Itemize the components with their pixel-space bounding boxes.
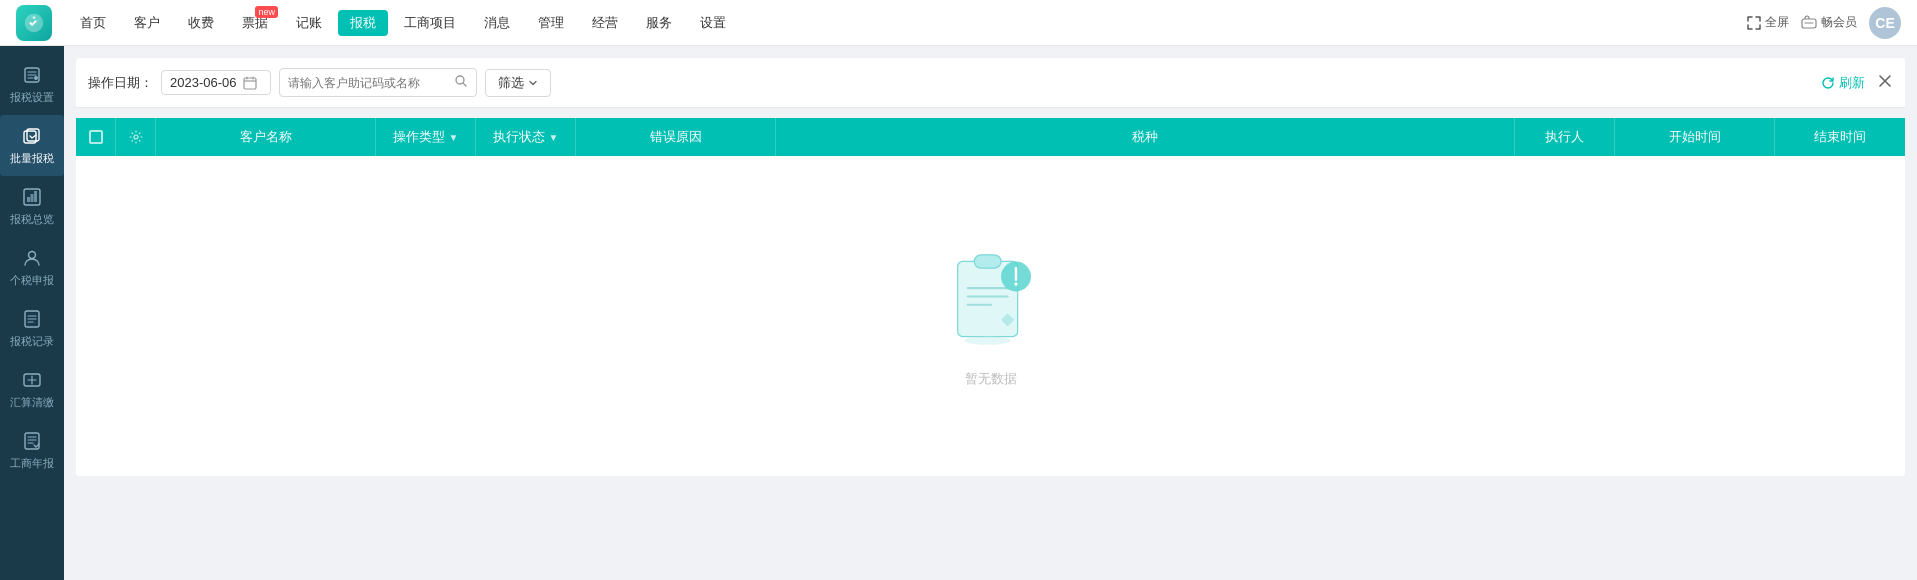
close-icon <box>1877 73 1893 89</box>
svg-point-20 <box>1014 282 1017 285</box>
th-error-reason: 错误原因 <box>576 118 776 156</box>
date-picker[interactable]: 2023-06-06 <box>161 70 271 95</box>
fullscreen-label: 全屏 <box>1765 14 1789 31</box>
sidebar-label-settlement: 汇算清缴 <box>10 395 54 410</box>
sidebar-label-tax-settings: 报税设置 <box>10 90 54 105</box>
nav-item-message[interactable]: 消息 <box>472 10 522 36</box>
th-customer-name: 客户名称 <box>156 118 376 156</box>
close-button[interactable] <box>1877 73 1893 93</box>
main-content: 操作日期： 2023-06-06 筛选 <box>64 46 1917 580</box>
empty-state: 暂无数据 <box>76 156 1905 476</box>
sidebar: 报税设置 批量报税 报税总览 <box>0 46 64 580</box>
search-box <box>279 68 477 97</box>
svg-point-3 <box>34 76 38 80</box>
th-executor: 执行人 <box>1515 118 1615 156</box>
sidebar-item-batch-tax[interactable]: 批量报税 <box>0 115 64 176</box>
svg-rect-11 <box>244 78 256 89</box>
sidebar-item-tax-summary[interactable]: 报税总览 <box>0 176 64 237</box>
nav-item-operation[interactable]: 经营 <box>580 10 630 36</box>
settlement-icon <box>21 369 43 391</box>
nav-item-manage[interactable]: 管理 <box>526 10 576 36</box>
nav-item-account[interactable]: 记账 <box>284 10 334 36</box>
sort-icon: ▼ <box>449 132 459 143</box>
sort-icon-2: ▼ <box>549 132 559 143</box>
svg-point-13 <box>134 135 138 139</box>
refresh-label: 刷新 <box>1839 74 1865 92</box>
nav-item-service[interactable]: 服务 <box>634 10 684 36</box>
date-value: 2023-06-06 <box>170 75 237 90</box>
app-logo[interactable] <box>16 5 52 41</box>
data-table: 客户名称 操作类型 ▼ 执行状态 ▼ 错误原因 税种 执行人 <box>76 118 1905 476</box>
sidebar-item-tax-records[interactable]: 报税记录 <box>0 298 64 359</box>
th-operation-type[interactable]: 操作类型 ▼ <box>376 118 476 156</box>
calendar-icon <box>243 76 257 90</box>
empty-illustration <box>941 244 1041 354</box>
refresh-icon <box>1821 76 1835 90</box>
svg-rect-15 <box>974 255 1001 268</box>
chevron-down-icon <box>528 78 538 88</box>
date-label: 操作日期： <box>88 74 153 92</box>
annual-report-icon <box>21 430 43 452</box>
vip-label: 畅会员 <box>1821 14 1857 31</box>
fullscreen-button[interactable]: 全屏 <box>1747 14 1789 31</box>
th-tax-type: 税种 <box>776 118 1515 156</box>
tax-records-icon <box>21 308 43 330</box>
filter-button[interactable]: 筛选 <box>485 69 551 97</box>
sidebar-label-batch-tax: 批量报税 <box>10 151 54 166</box>
search-input[interactable] <box>280 71 446 95</box>
sidebar-label-annual-report: 工商年报 <box>10 456 54 471</box>
sidebar-label-personal-tax: 个税申报 <box>10 273 54 288</box>
th-end-time: 结束时间 <box>1775 118 1905 156</box>
table-header: 客户名称 操作类型 ▼ 执行状态 ▼ 错误原因 税种 执行人 <box>76 118 1905 156</box>
empty-text: 暂无数据 <box>965 370 1017 388</box>
new-badge: new <box>255 6 278 19</box>
filter-label: 筛选 <box>498 74 524 92</box>
search-icon <box>454 74 468 88</box>
settings-icon <box>129 130 143 144</box>
nav-item-invoice[interactable]: 票据 new <box>230 10 280 36</box>
th-checkbox[interactable] <box>76 118 116 156</box>
nav-item-home[interactable]: 首页 <box>68 10 118 36</box>
nav-right: 全屏 畅会员 CE <box>1747 7 1901 39</box>
personal-tax-icon <box>21 247 43 269</box>
toolbar-right: 刷新 <box>1821 73 1893 93</box>
svg-point-21 <box>964 337 1011 345</box>
sidebar-item-personal-tax[interactable]: 个税申报 <box>0 237 64 298</box>
sidebar-item-settlement[interactable]: 汇算清缴 <box>0 359 64 420</box>
select-all-checkbox[interactable] <box>89 130 103 144</box>
batch-tax-icon <box>21 125 43 147</box>
nav-item-tax[interactable]: 报税 <box>338 10 388 36</box>
th-exec-status[interactable]: 执行状态 ▼ <box>476 118 576 156</box>
sidebar-label-tax-summary: 报税总览 <box>10 212 54 227</box>
nav-item-business[interactable]: 工商项目 <box>392 10 468 36</box>
tax-summary-icon <box>21 186 43 208</box>
th-settings <box>116 118 156 156</box>
nav-item-customer[interactable]: 客户 <box>122 10 172 36</box>
avatar[interactable]: CE <box>1869 7 1901 39</box>
refresh-button[interactable]: 刷新 <box>1821 74 1865 92</box>
nav-item-settings[interactable]: 设置 <box>688 10 738 36</box>
search-button[interactable] <box>446 69 476 96</box>
tax-settings-icon <box>21 64 43 86</box>
toolbar: 操作日期： 2023-06-06 筛选 <box>76 58 1905 108</box>
top-navigation: 首页 客户 收费 票据 new 记账 报税 工商项目 消息 管理 经营 服务 设… <box>0 0 1917 46</box>
svg-point-0 <box>33 16 36 19</box>
main-layout: 报税设置 批量报税 报税总览 <box>0 46 1917 580</box>
th-start-time: 开始时间 <box>1615 118 1775 156</box>
nav-menu: 首页 客户 收费 票据 new 记账 报税 工商项目 消息 管理 经营 服务 设… <box>68 10 1747 36</box>
vip-button[interactable]: 畅会员 <box>1801 14 1857 31</box>
nav-item-billing[interactable]: 收费 <box>176 10 226 36</box>
sidebar-label-tax-records: 报税记录 <box>10 334 54 349</box>
sidebar-item-annual-report[interactable]: 工商年报 <box>0 420 64 481</box>
svg-point-7 <box>29 252 36 259</box>
sidebar-item-tax-settings[interactable]: 报税设置 <box>0 54 64 115</box>
